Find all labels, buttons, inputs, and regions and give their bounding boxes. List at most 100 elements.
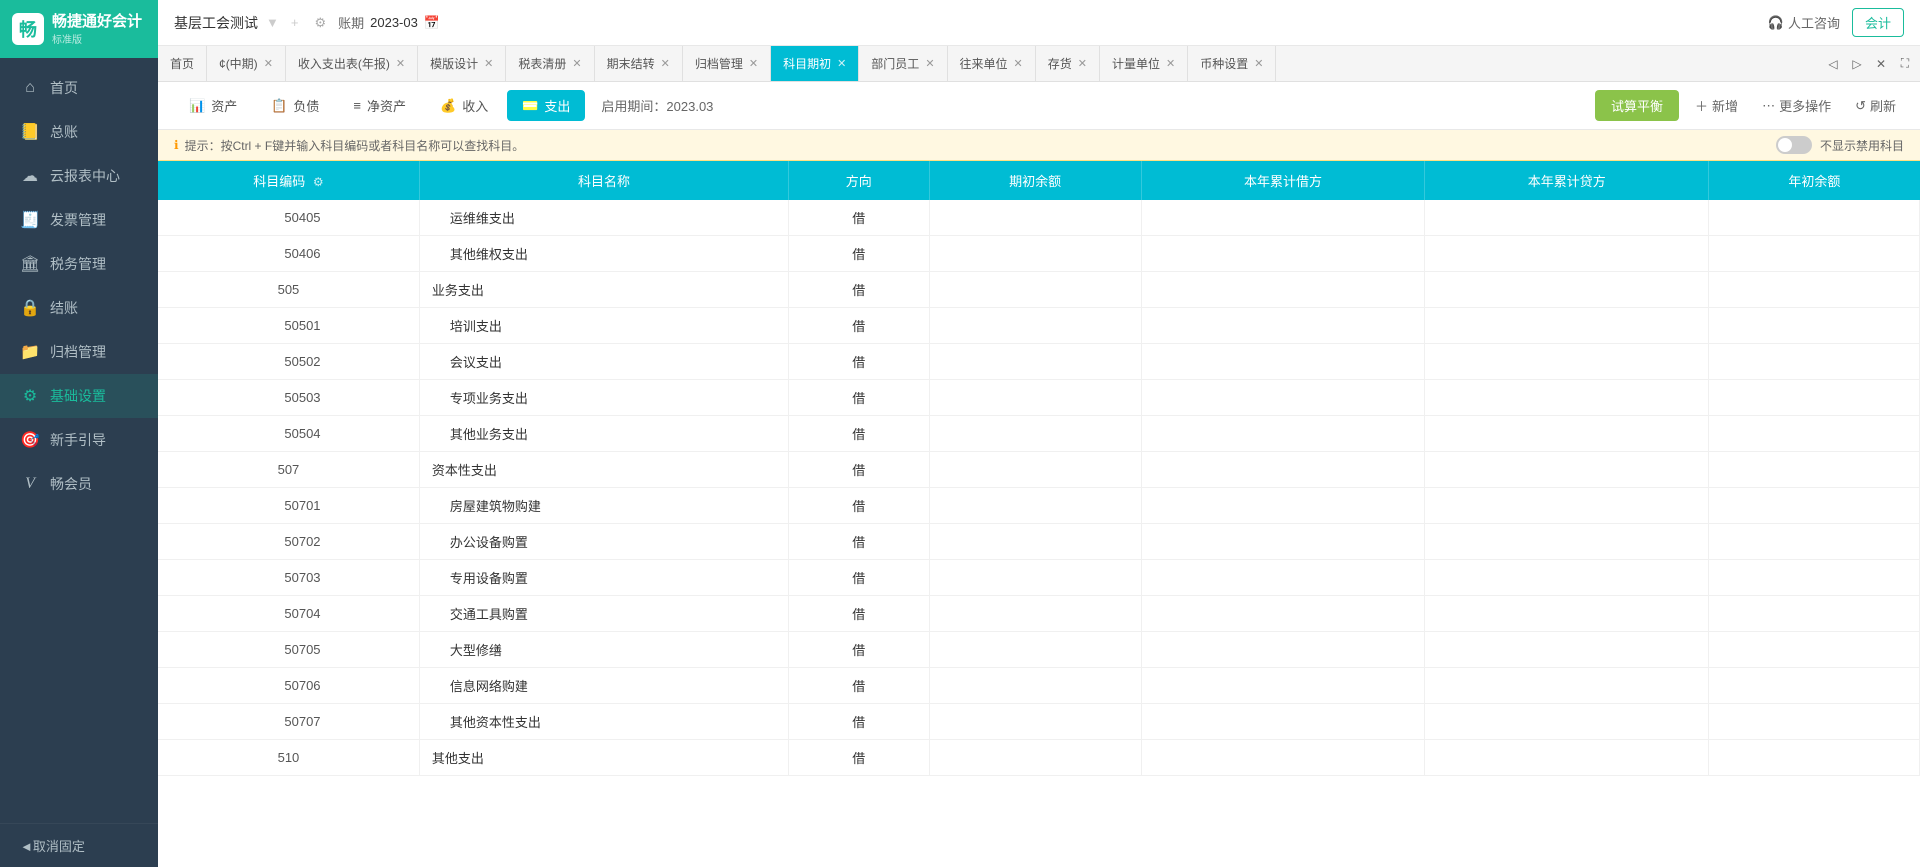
table-body: 50405运维维支出借50406其他维权支出借505业务支出借50501培训支出…	[158, 200, 1920, 776]
tab-home[interactable]: 首页	[158, 46, 207, 81]
table-row[interactable]: 505业务支出借	[158, 272, 1920, 308]
tab-expand[interactable]: ⛶	[1894, 53, 1916, 75]
cell-year-opening	[1709, 380, 1920, 416]
table-row[interactable]: 50704交通工具购置借	[158, 596, 1920, 632]
tab-currency-close[interactable]: ✕	[1254, 57, 1263, 70]
tab-nav-prev[interactable]: ◁	[1822, 53, 1844, 75]
sub-tab-liability[interactable]: 📋 负债	[256, 90, 334, 121]
tab-taxform-close[interactable]: ✕	[572, 57, 581, 70]
col-settings-icon[interactable]: ⚙	[313, 175, 324, 189]
cell-year-opening	[1709, 416, 1920, 452]
sidebar-item-home[interactable]: ⌂ 首页	[0, 66, 158, 110]
col-ytd-credit: 本年累计贷方	[1425, 161, 1709, 200]
tab-archive[interactable]: 归档管理 ✕	[683, 46, 771, 81]
settings-project-icon[interactable]: ⚙	[314, 15, 326, 31]
balance-button[interactable]: 试算平衡	[1595, 90, 1679, 121]
sidebar-item-archive[interactable]: 📁 归档管理	[0, 330, 158, 374]
guide-icon: 🎯	[20, 430, 40, 450]
sidebar-item-close[interactable]: 🔒 结账	[0, 286, 158, 330]
sub-tab-equity[interactable]: ≡ 净资产	[338, 90, 421, 121]
tab-template-close[interactable]: ✕	[484, 57, 493, 70]
tab-taxform[interactable]: 税表清册 ✕	[506, 46, 594, 81]
tab-interim-close[interactable]: ✕	[264, 57, 273, 70]
liability-icon: 📋	[271, 98, 287, 114]
col-direction: 方向	[789, 161, 930, 200]
cell-name: 其他资本性支出	[419, 704, 788, 740]
period-label: 账期	[338, 13, 364, 32]
cell-code: 50703	[158, 560, 419, 596]
cell-ytd-credit	[1425, 344, 1709, 380]
sidebar-item-reports[interactable]: ☁ 云报表中心	[0, 154, 158, 198]
add-button[interactable]: ＋ 新增	[1687, 90, 1746, 121]
tab-income-close[interactable]: ✕	[396, 57, 405, 70]
table-row[interactable]: 50707其他资本性支出借	[158, 704, 1920, 740]
cell-opening	[929, 452, 1141, 488]
add-project-icon[interactable]: +	[291, 15, 299, 30]
cell-opening	[929, 488, 1141, 524]
account-button[interactable]: 会计	[1852, 8, 1904, 37]
table-row[interactable]: 510其他支出借	[158, 740, 1920, 776]
sidebar-item-guide[interactable]: 🎯 新手引导	[0, 418, 158, 462]
tab-partner[interactable]: 往来单位 ✕	[948, 46, 1036, 81]
cell-ytd-credit	[1425, 416, 1709, 452]
home-icon: ⌂	[20, 79, 40, 97]
table-row[interactable]: 50705大型修缮借	[158, 632, 1920, 668]
sidebar-item-member[interactable]: V 畅会员	[0, 462, 158, 506]
cell-code: 50502	[158, 344, 419, 380]
tab-unit[interactable]: 计量单位 ✕	[1100, 46, 1188, 81]
cell-name: 信息网络购建	[419, 668, 788, 704]
table-row[interactable]: 507资本性支出借	[158, 452, 1920, 488]
cell-code: 50707	[158, 704, 419, 740]
table-row[interactable]: 50503专项业务支出借	[158, 380, 1920, 416]
tab-subject[interactable]: 科目期初 ✕	[771, 46, 859, 81]
tab-partner-close[interactable]: ✕	[1014, 57, 1023, 70]
cell-ytd-debit	[1141, 452, 1425, 488]
table-row[interactable]: 50504其他业务支出借	[158, 416, 1920, 452]
sidebar-pin-toggle[interactable]: ◄取消固定	[0, 823, 158, 867]
cell-opening	[929, 200, 1141, 236]
disabled-toggle[interactable]	[1776, 136, 1812, 154]
sidebar-item-invoice[interactable]: 🧾 发票管理	[0, 198, 158, 242]
tab-template[interactable]: 模版设计 ✕	[418, 46, 506, 81]
tab-dept[interactable]: 部门员工 ✕	[859, 46, 947, 81]
tab-inventory-close[interactable]: ✕	[1078, 57, 1087, 70]
table-row[interactable]: 50406其他维权支出借	[158, 236, 1920, 272]
table-row[interactable]: 50502会议支出借	[158, 344, 1920, 380]
sub-tab-income[interactable]: 💰 收入	[425, 90, 503, 121]
sidebar-item-settings[interactable]: ⚙ 基础设置	[0, 374, 158, 418]
tab-close-all[interactable]: ✕	[1870, 53, 1892, 75]
tab-currency[interactable]: 币种设置 ✕	[1188, 46, 1276, 81]
cell-code: 50503	[158, 380, 419, 416]
tab-inventory[interactable]: 存货 ✕	[1036, 46, 1100, 81]
sub-tab-expense[interactable]: 💳 支出	[507, 90, 585, 121]
sidebar-item-tax[interactable]: 🏛 税务管理	[0, 242, 158, 286]
tab-interim[interactable]: ¢(中期) ✕	[207, 46, 286, 81]
table-row[interactable]: 50405运维维支出借	[158, 200, 1920, 236]
more-label: 更多操作	[1779, 96, 1831, 115]
sub-tab-asset[interactable]: 📊 资产	[174, 90, 252, 121]
tab-unit-close[interactable]: ✕	[1166, 57, 1175, 70]
tab-yearend-close[interactable]: ✕	[661, 57, 670, 70]
table-row[interactable]: 50501培训支出借	[158, 308, 1920, 344]
sidebar-item-ledger[interactable]: 📒 总账	[0, 110, 158, 154]
tab-income[interactable]: 收入支出表(年报) ✕	[286, 46, 418, 81]
cell-year-opening	[1709, 488, 1920, 524]
refresh-button[interactable]: ↺ 刷新	[1847, 90, 1904, 121]
tab-nav-next[interactable]: ▷	[1846, 53, 1868, 75]
tab-subject-close[interactable]: ✕	[837, 57, 846, 70]
table-row[interactable]: 50706信息网络购建借	[158, 668, 1920, 704]
help-button[interactable]: 🎧 人工咨询	[1768, 13, 1840, 32]
cell-ytd-credit	[1425, 668, 1709, 704]
tab-archive-close[interactable]: ✕	[749, 57, 758, 70]
cell-code: 50705	[158, 632, 419, 668]
more-button[interactable]: ⋯ 更多操作	[1754, 90, 1839, 121]
tab-interim-label: ¢(中期)	[219, 55, 258, 72]
table-row[interactable]: 50703专用设备购置借	[158, 560, 1920, 596]
table-row[interactable]: 50701房屋建筑物购建借	[158, 488, 1920, 524]
tab-yearend[interactable]: 期末结转 ✕	[595, 46, 683, 81]
cell-ytd-credit	[1425, 704, 1709, 740]
calendar-icon[interactable]: 📅	[424, 15, 440, 31]
cell-opening	[929, 740, 1141, 776]
table-row[interactable]: 50702办公设备购置借	[158, 524, 1920, 560]
tab-dept-close[interactable]: ✕	[925, 57, 934, 70]
